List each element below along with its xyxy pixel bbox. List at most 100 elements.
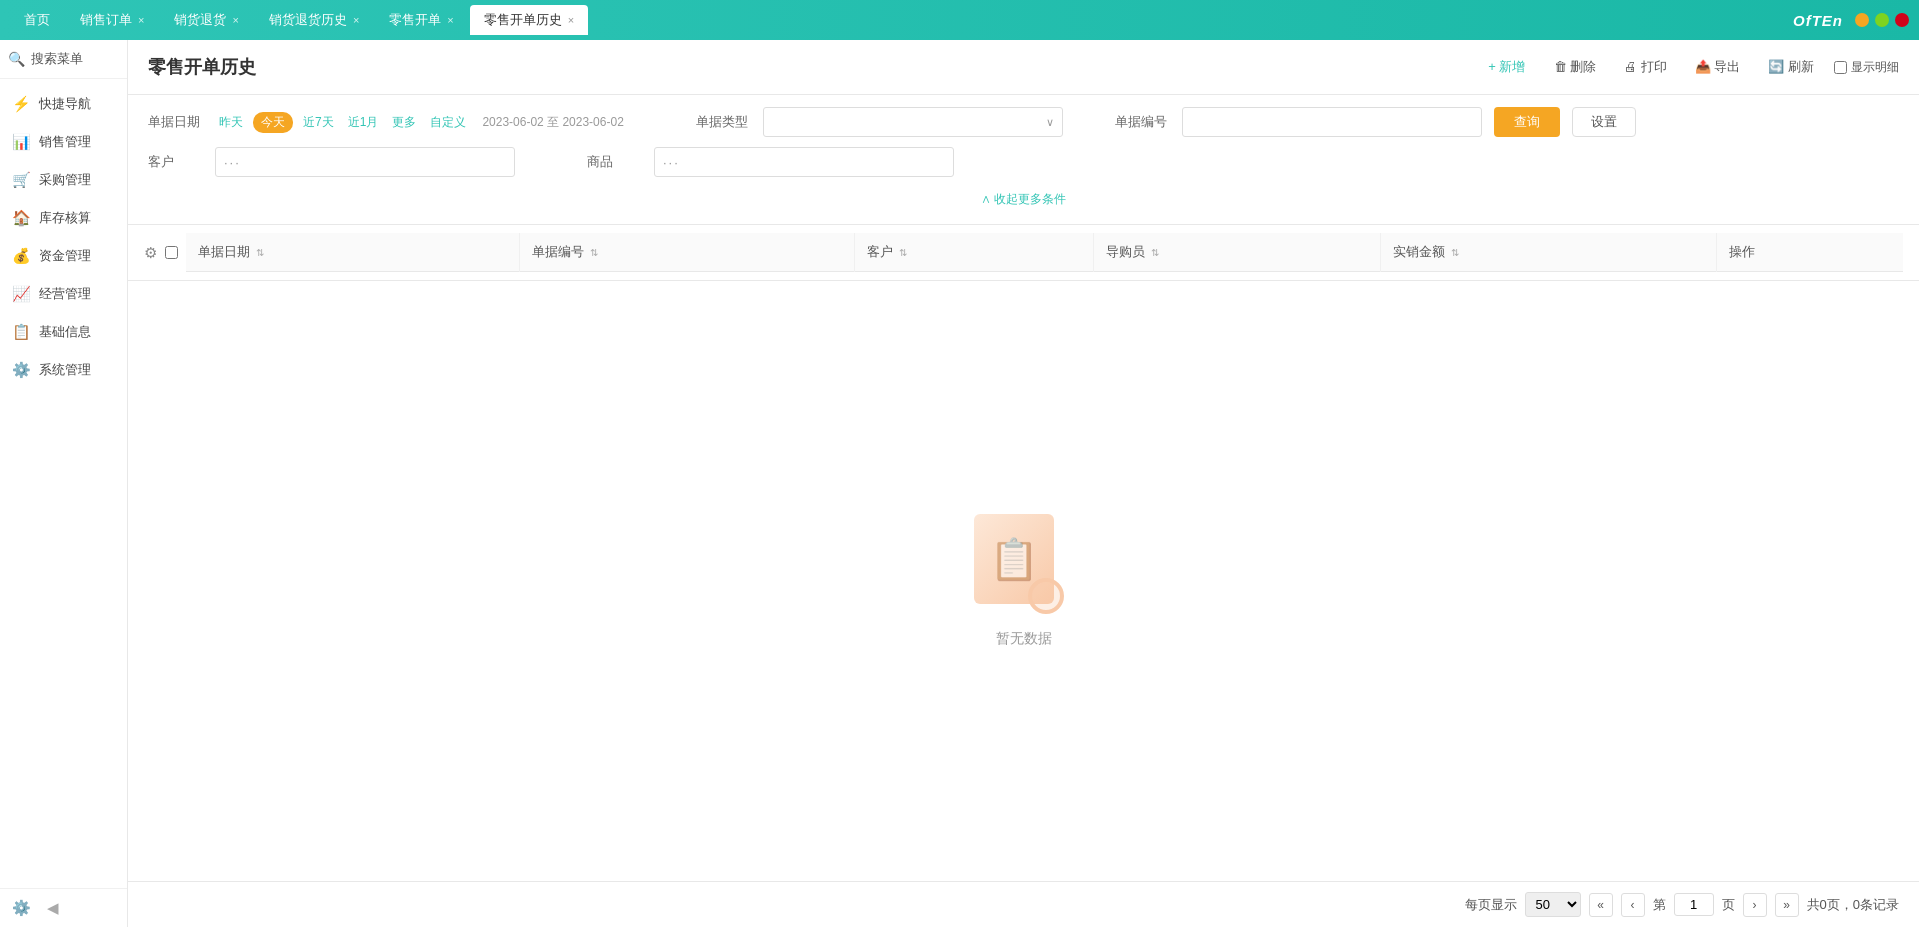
col-action: 操作 <box>1716 233 1903 272</box>
type-select-arrow: ∨ <box>1046 116 1054 129</box>
next-page-button[interactable]: › <box>1743 893 1767 917</box>
search-circle-decoration <box>1028 578 1064 614</box>
number-input[interactable] <box>1182 107 1482 137</box>
query-button[interactable]: 查询 <box>1494 107 1560 137</box>
filter-row-2: 客户 ··· 商品 ··· <box>148 147 1899 177</box>
prev-page-button[interactable]: ‹ <box>1621 893 1645 917</box>
tab-close-sales-return-history[interactable]: × <box>353 14 359 26</box>
content-area: 零售开单历史 + 新增 🗑 删除 🖨 打印 📤 导出 🔄 刷新 显示明细 单据日… <box>128 40 1919 927</box>
sidebar-search-label: 搜索菜单 <box>31 50 83 68</box>
sales-mgmt-label: 销售管理 <box>39 133 91 151</box>
date-shortcut-4[interactable]: 更多 <box>388 112 420 133</box>
sort-icon-guide: ⇅ <box>1151 247 1159 258</box>
basic-info-label: 基础信息 <box>39 323 91 341</box>
date-shortcut-0[interactable]: 昨天 <box>215 112 247 133</box>
sidebar-menu: ⚡ 快捷导航 📊销售管理 🛒 采购管理 🏠 库存核算 💰资金管理📈经营管理📋基础信息 ⚙️ 系统管… <box>0 79 127 888</box>
sidebar-item-operations-mgmt[interactable]: 📈经营管理 <box>0 275 127 313</box>
pagination: 每页显示 102050100 « ‹ 第 1 页 › » 共0页，0条记录 <box>128 881 1919 927</box>
sidebar-item-system-mgmt[interactable]: ⚙️ 系统管理 <box>0 351 127 389</box>
quick-nav-icon: ⚡ <box>12 95 31 113</box>
system-mgmt-label: 系统管理 <box>39 361 91 379</box>
date-shortcut-5[interactable]: 自定义 <box>426 112 470 133</box>
tab-bar: 首页销售订单×销货退货×销货退货历史×零售开单×零售开单历史× <box>10 5 1793 35</box>
setting-button[interactable]: 设置 <box>1572 107 1636 137</box>
sidebar-item-sales-mgmt[interactable]: 📊销售管理 <box>0 123 127 161</box>
table-gear-icon[interactable]: ⚙ <box>144 244 157 262</box>
show-detail-checkbox[interactable]: 显示明细 <box>1834 59 1899 76</box>
operations-mgmt-label: 经营管理 <box>39 285 91 303</box>
sort-icon-date: ⇅ <box>256 247 264 258</box>
collapse-button[interactable]: ∧ 收起更多条件 <box>148 187 1899 212</box>
tab-close-sales-order[interactable]: × <box>138 14 144 26</box>
inventory-check-label: 库存核算 <box>39 209 91 227</box>
settings-icon[interactable]: ⚙️ <box>12 899 31 917</box>
date-label: 单据日期 <box>148 113 203 131</box>
sidebar-item-finance-mgmt[interactable]: 💰资金管理 <box>0 237 127 275</box>
goods-select[interactable]: ··· <box>654 147 954 177</box>
refresh-button[interactable]: 🔄 刷新 <box>1760 54 1822 80</box>
system-mgmt-icon: ⚙️ <box>12 361 31 379</box>
purchase-mgmt-icon: 🛒 <box>12 171 31 189</box>
goods-dots: ··· <box>663 155 680 170</box>
select-all-checkbox[interactable] <box>165 246 178 259</box>
type-label: 单据类型 <box>696 113 751 131</box>
table-header-row: 单据日期 ⇅单据编号 ⇅客户 ⇅导购员 ⇅实销金额 ⇅操作 <box>186 233 1903 272</box>
last-page-button[interactable]: » <box>1775 893 1799 917</box>
tab-close-sales-return[interactable]: × <box>232 14 238 26</box>
col-customer[interactable]: 客户 ⇅ <box>855 233 1094 272</box>
col-date[interactable]: 单据日期 ⇅ <box>186 233 519 272</box>
filter-row-1: 单据日期 昨天今天近7天近1月更多自定义 2023-06-02 至 2023-0… <box>148 107 1899 137</box>
window-controls <box>1855 13 1909 27</box>
sidebar-item-inventory-check[interactable]: 🏠 库存核算 <box>0 199 127 237</box>
date-shortcut-3[interactable]: 近1月 <box>344 112 383 133</box>
collapse-sidebar-icon[interactable]: ◀ <box>47 899 59 917</box>
quick-nav-label: 快捷导航 <box>39 95 91 113</box>
delete-button[interactable]: 🗑 删除 <box>1546 54 1605 80</box>
col-amount[interactable]: 实销金额 ⇅ <box>1381 233 1716 272</box>
sidebar: 🔍 搜索菜单 ⚡ 快捷导航 📊销售管理 🛒 采购管理 🏠 库存核算 💰资金管理📈经营管理📋基础… <box>0 40 128 927</box>
sort-icon-amount: ⇅ <box>1451 247 1459 258</box>
filter-area: 单据日期 昨天今天近7天近1月更多自定义 2023-06-02 至 2023-0… <box>128 95 1919 225</box>
export-button[interactable]: 📤 导出 <box>1687 54 1749 80</box>
page-size-select[interactable]: 102050100 <box>1525 892 1581 917</box>
tab-sales-order[interactable]: 销售订单× <box>66 5 158 35</box>
finance-mgmt-label: 资金管理 <box>39 247 91 265</box>
close-button[interactable] <box>1895 13 1909 27</box>
total-text: 共0页，0条记录 <box>1807 896 1899 914</box>
customer-select[interactable]: ··· <box>215 147 515 177</box>
first-page-button[interactable]: « <box>1589 893 1613 917</box>
tab-close-retail-open-history[interactable]: × <box>568 14 574 26</box>
add-button[interactable]: + 新增 <box>1480 54 1533 80</box>
col-number[interactable]: 单据编号 ⇅ <box>519 233 854 272</box>
page-number-input[interactable]: 1 <box>1674 893 1714 916</box>
sidebar-search[interactable]: 🔍 搜索菜单 <box>0 40 127 79</box>
table-toolbar: ⚙ 单据日期 ⇅单据编号 ⇅客户 ⇅导购员 ⇅实销金额 ⇅操作 <box>128 225 1919 281</box>
table-area: ⚙ 单据日期 ⇅单据编号 ⇅客户 ⇅导购员 ⇅实销金额 ⇅操作 <box>128 225 1919 881</box>
sidebar-item-basic-info[interactable]: 📋基础信息 <box>0 313 127 351</box>
date-shortcut-1[interactable]: 今天 <box>253 112 293 133</box>
show-detail-input[interactable] <box>1834 61 1847 74</box>
date-shortcut-2[interactable]: 近7天 <box>299 112 338 133</box>
page-size-label: 每页显示 <box>1465 896 1517 914</box>
maximize-button[interactable] <box>1875 13 1889 27</box>
tab-retail-open-history[interactable]: 零售开单历史× <box>470 5 588 35</box>
tab-sales-return-history[interactable]: 销货退货历史× <box>255 5 373 35</box>
col-guide[interactable]: 导购员 ⇅ <box>1094 233 1381 272</box>
top-bar: 首页销售订单×销货退货×销货退货历史×零售开单×零售开单历史× OfTEn <box>0 0 1919 40</box>
search-icon: 🔍 <box>8 51 25 67</box>
tab-close-retail-open[interactable]: × <box>447 14 453 26</box>
inventory-check-icon: 🏠 <box>12 209 31 227</box>
purchase-mgmt-label: 采购管理 <box>39 171 91 189</box>
minimize-button[interactable] <box>1855 13 1869 27</box>
empty-state: 暂无数据 <box>128 281 1919 881</box>
customer-label: 客户 <box>148 153 203 171</box>
tab-home[interactable]: 首页 <box>10 5 64 35</box>
print-button[interactable]: 🖨 打印 <box>1616 54 1675 80</box>
type-select[interactable]: ∨ <box>763 107 1063 137</box>
page-suffix: 页 <box>1722 896 1735 914</box>
sidebar-item-quick-nav[interactable]: ⚡ 快捷导航 <box>0 85 127 123</box>
tab-retail-open[interactable]: 零售开单× <box>375 5 467 35</box>
tab-sales-return[interactable]: 销货退货× <box>160 5 252 35</box>
sidebar-item-purchase-mgmt[interactable]: 🛒 采购管理 <box>0 161 127 199</box>
date-shortcuts: 昨天今天近7天近1月更多自定义 <box>215 112 470 133</box>
